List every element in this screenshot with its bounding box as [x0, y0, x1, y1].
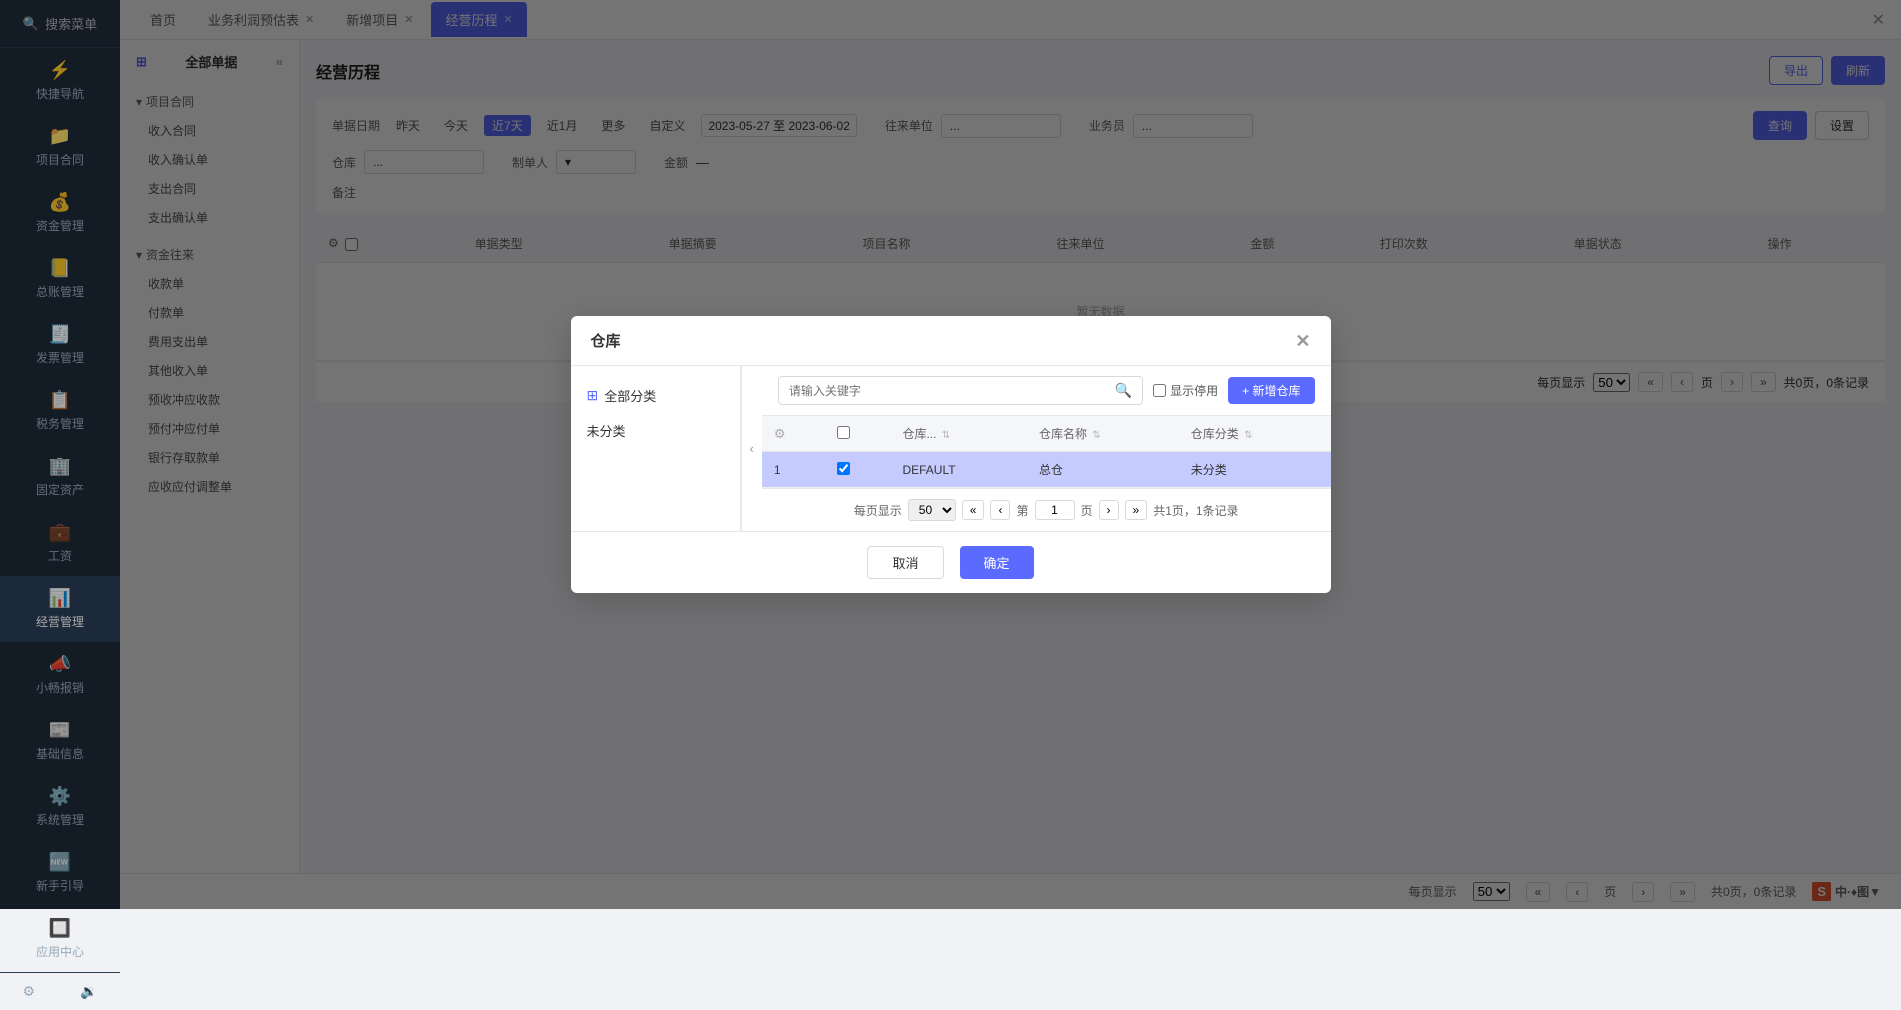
- sort-code-icon: ⇅: [942, 430, 950, 441]
- modal-th-checkbox: [825, 416, 890, 452]
- modal-row-id: 1: [762, 452, 825, 488]
- modal-row-code: DEFAULT: [890, 452, 1027, 488]
- modal-close-icon[interactable]: ✕: [1295, 332, 1310, 350]
- modal-tree-collapse[interactable]: ‹: [741, 366, 762, 531]
- modal-th-gear: ⚙: [762, 416, 825, 452]
- modal-tree-unclassified[interactable]: 未分类: [571, 413, 740, 448]
- modal-table-header: ⚙ 仓库... ⇅ 仓库名称: [762, 416, 1331, 452]
- modal-row-category: 未分类: [1179, 452, 1331, 488]
- sidebar-item-label: 应用中心: [36, 943, 84, 960]
- modal-total-label: 共1页，1条记录: [1153, 502, 1238, 519]
- modal-select-all[interactable]: [837, 426, 850, 439]
- app-center-icon: 🔲: [49, 918, 71, 939]
- modal-row-name: 总仓: [1027, 452, 1179, 488]
- tree-unclassified-label: 未分类: [587, 424, 626, 439]
- sort-name-icon: ⇅: [1092, 430, 1100, 441]
- modal-prev-btn[interactable]: ‹: [990, 500, 1010, 520]
- modal-table: ⚙ 仓库... ⇅ 仓库名称: [762, 416, 1331, 488]
- modal-right-panel: 🔍 显示停用 + 新增仓库 ⚙: [762, 366, 1331, 531]
- modal-overlay: 仓库 ✕ ⊞ 全部分类 未分类 ‹: [0, 0, 1901, 909]
- modal-table-row[interactable]: 1 DEFAULT 总仓 未分类: [762, 452, 1331, 488]
- show-disabled-text: 显示停用: [1170, 382, 1218, 399]
- sidebar-item-app-center[interactable]: 🔲 应用中心: [0, 906, 120, 972]
- show-disabled-checkbox[interactable]: [1153, 384, 1166, 397]
- modal-header: 仓库 ✕: [571, 316, 1331, 366]
- settings-bottom-icon[interactable]: ⚙: [23, 983, 36, 1000]
- warehouse-modal: 仓库 ✕ ⊞ 全部分类 未分类 ‹: [571, 316, 1331, 593]
- modal-page-input[interactable]: [1035, 500, 1075, 520]
- modal-page-label: 第: [1016, 502, 1028, 519]
- modal-th-name: 仓库名称 ⇅: [1027, 416, 1179, 452]
- grid-icon-tree: ⊞: [587, 387, 599, 404]
- modal-row-check[interactable]: [837, 462, 850, 475]
- modal-next-btn[interactable]: ›: [1099, 500, 1119, 520]
- modal-th-code: 仓库... ⇅: [890, 416, 1027, 452]
- show-disabled-label: 显示停用: [1153, 382, 1218, 399]
- modal-per-page-select[interactable]: 50: [908, 499, 956, 521]
- modal-body: ⊞ 全部分类 未分类 ‹ 🔍: [571, 366, 1331, 531]
- modal-search-input[interactable]: [779, 379, 1105, 403]
- modal-per-page-label: 每页显示: [854, 502, 902, 519]
- modal-first-btn[interactable]: «: [962, 500, 985, 520]
- modal-toolbar: 🔍 显示停用 + 新增仓库: [762, 366, 1331, 416]
- confirm-button[interactable]: 确定: [960, 546, 1034, 579]
- sort-cat-icon: ⇅: [1244, 430, 1252, 441]
- modal-row-checkbox: [825, 452, 890, 488]
- collapse-arrow-icon: ‹: [750, 441, 754, 456]
- modal-pagination: 每页显示 50 « ‹ 第 页 › » 共1页，1条记录: [762, 488, 1331, 531]
- modal-footer: 取消 确定: [571, 531, 1331, 593]
- tree-all-label: 全部分类: [604, 386, 656, 405]
- modal-next-label: 页: [1081, 502, 1093, 519]
- modal-title: 仓库: [591, 330, 621, 351]
- modal-search-box: 🔍: [778, 376, 1143, 405]
- modal-search-button[interactable]: 🔍: [1105, 377, 1142, 404]
- modal-gear-icon[interactable]: ⚙: [774, 426, 786, 441]
- add-warehouse-button[interactable]: + 新增仓库: [1228, 377, 1314, 404]
- modal-th-category: 仓库分类 ⇅: [1179, 416, 1331, 452]
- volume-icon[interactable]: 🔉: [80, 983, 97, 1000]
- sidebar-bottom: ⚙ 🔉: [0, 972, 120, 1010]
- modal-tree-all[interactable]: ⊞ 全部分类: [571, 378, 740, 413]
- modal-table-wrap: ⚙ 仓库... ⇅ 仓库名称: [762, 416, 1331, 488]
- cancel-button[interactable]: 取消: [867, 546, 943, 579]
- modal-last-btn[interactable]: »: [1125, 500, 1148, 520]
- modal-tree-panel: ⊞ 全部分类 未分类: [571, 366, 741, 531]
